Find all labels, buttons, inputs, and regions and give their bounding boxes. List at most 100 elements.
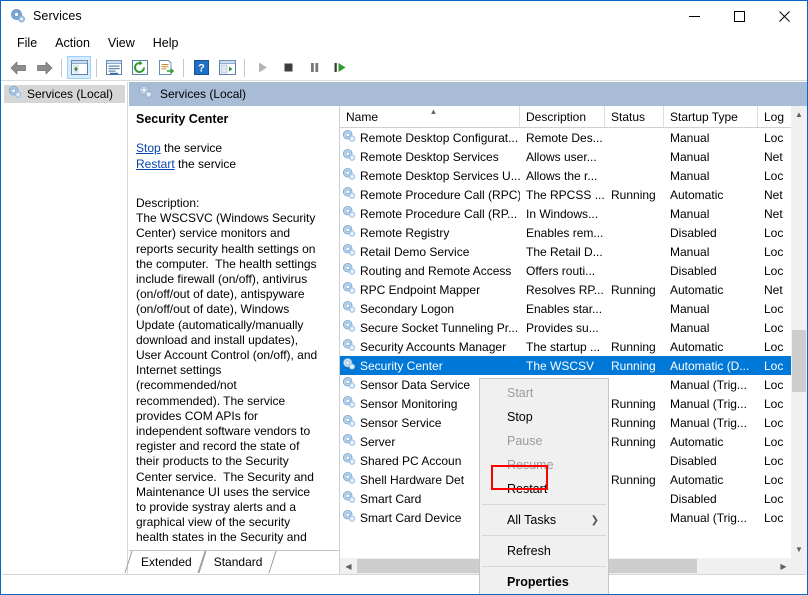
context-menu-item-restart[interactable]: Restart (480, 477, 608, 501)
table-row[interactable]: Retail Demo ServiceThe Retail D...Manual… (340, 242, 792, 261)
cell-name: Remote Procedure Call (RPC) (340, 186, 520, 203)
table-row[interactable]: Security CenterThe WSCSVRunningAutomatic… (340, 356, 792, 375)
table-row[interactable]: Remote Desktop Services U...Allows the r… (340, 166, 792, 185)
column-header-startup-type[interactable]: Startup Type (664, 106, 758, 127)
table-row[interactable]: Remote Desktop Configurat...Remote Des..… (340, 128, 792, 147)
column-header-description[interactable]: Description (520, 106, 605, 127)
cell-startup: Automatic (664, 283, 758, 297)
context-menu-item-properties[interactable]: Properties (480, 570, 608, 594)
table-row[interactable]: RPC Endpoint MapperResolves RP...Running… (340, 280, 792, 299)
stop-square-icon[interactable] (276, 56, 300, 79)
minimize-button[interactable] (672, 1, 717, 31)
cell-startup: Manual (664, 207, 758, 221)
stop-service-link[interactable]: Stop (136, 141, 161, 155)
table-row[interactable]: Remote Procedure Call (RP...In Windows..… (340, 204, 792, 223)
table-row[interactable]: Secondary LogonEnables star...ManualLoc (340, 299, 792, 318)
menu-item-label: Start (507, 386, 533, 400)
cell-startup: Manual (664, 169, 758, 183)
menu-help[interactable]: Help (144, 34, 188, 52)
cell-logon: Loc (758, 321, 792, 335)
services-gear-icon (138, 84, 153, 104)
service-gear-icon (342, 167, 356, 184)
table-row[interactable]: Secure Socket Tunneling Pr...Provides su… (340, 318, 792, 337)
cell-logon: Loc (758, 359, 792, 373)
pause-icon[interactable] (302, 56, 326, 79)
scrollbar-thumb[interactable] (792, 330, 806, 392)
stop-service-suffix: the service (161, 141, 222, 155)
column-header-status[interactable]: Status (605, 106, 664, 127)
help-question-icon[interactable]: ? (189, 56, 213, 79)
scroll-up-icon[interactable]: ▲ (791, 106, 807, 123)
cell-startup: Manual (664, 245, 758, 259)
cell-startup: Manual (664, 150, 758, 164)
toolbar: ? (1, 55, 807, 81)
refresh-icon[interactable] (128, 56, 152, 79)
list-vertical-scrollbar[interactable]: ▲ ▼ (791, 106, 807, 558)
cell-logon: Net (758, 188, 792, 202)
service-name: Remote Registry (360, 226, 449, 240)
details-pane-icon[interactable] (215, 56, 239, 79)
tab-standard-label: Standard (214, 555, 263, 569)
scroll-right-icon[interactable]: ▶ (775, 558, 792, 574)
cell-description: The startup ... (520, 340, 605, 354)
table-row[interactable]: Routing and Remote AccessOffers routi...… (340, 261, 792, 280)
cell-status: Running (605, 435, 664, 449)
cell-startup: Manual (Trig... (664, 378, 758, 392)
restart-service-link-line: Restart the service (136, 156, 322, 172)
toolbar-separator (183, 59, 184, 77)
table-row[interactable]: Remote Procedure Call (RPC)The RPCSS ...… (340, 185, 792, 204)
services-gear-icon (8, 85, 22, 104)
table-row[interactable]: Remote Desktop ServicesAllows user...Man… (340, 147, 792, 166)
cell-logon: Loc (758, 245, 792, 259)
forward-button[interactable] (32, 56, 56, 79)
tab-standard[interactable]: Standard (205, 551, 270, 573)
menu-file[interactable]: File (8, 34, 46, 52)
service-name: Shared PC Accoun (360, 454, 461, 468)
table-row[interactable]: Remote RegistryEnables rem...DisabledLoc (340, 223, 792, 242)
cell-logon: Loc (758, 492, 792, 506)
context-menu-item-stop[interactable]: Stop (480, 405, 608, 429)
column-header-logon-label: Log (764, 110, 784, 124)
scroll-left-icon[interactable]: ◀ (340, 558, 357, 574)
toolbar-separator (96, 59, 97, 77)
console-tree-icon[interactable] (67, 56, 91, 79)
service-name: Remote Desktop Services U... (360, 169, 520, 183)
scroll-down-icon[interactable]: ▼ (791, 541, 807, 558)
service-gear-icon (342, 224, 356, 241)
cell-startup: Disabled (664, 492, 758, 506)
restart-service-link[interactable]: Restart (136, 157, 175, 171)
service-name: RPC Endpoint Mapper (360, 283, 480, 297)
column-header-name[interactable]: Name ▲ (340, 106, 520, 127)
cell-logon: Loc (758, 340, 792, 354)
table-row[interactable]: Security Accounts ManagerThe startup ...… (340, 337, 792, 356)
service-name: Secondary Logon (360, 302, 454, 316)
context-menu-item-refresh[interactable]: Refresh (480, 539, 608, 563)
close-button[interactable] (762, 1, 807, 31)
service-name: Security Center (360, 359, 443, 373)
maximize-button[interactable] (717, 1, 762, 31)
menu-view[interactable]: View (99, 34, 144, 52)
toolbar-separator (244, 59, 245, 77)
export-list-icon[interactable] (154, 56, 178, 79)
cell-logon: Loc (758, 169, 792, 183)
cell-description: Allows user... (520, 150, 605, 164)
cell-startup: Disabled (664, 454, 758, 468)
service-details-panel: Security Center Stop the service Restart… (129, 106, 339, 550)
context-menu-item-all-tasks[interactable]: All Tasks❯ (480, 508, 608, 532)
cell-name: Remote Registry (340, 224, 520, 241)
restart-icon[interactable] (328, 56, 352, 79)
cell-name: Routing and Remote Access (340, 262, 520, 279)
service-name-heading: Security Center (136, 112, 322, 126)
tab-extended[interactable]: Extended (132, 551, 199, 573)
service-gear-icon (342, 300, 356, 317)
menu-item-label: Pause (507, 434, 542, 448)
cell-name: Remote Desktop Configurat... (340, 129, 520, 146)
action-pane-icon[interactable] (102, 56, 126, 79)
play-icon[interactable] (250, 56, 274, 79)
menu-action[interactable]: Action (46, 34, 99, 52)
cell-logon: Loc (758, 473, 792, 487)
back-button[interactable] (6, 56, 30, 79)
sidebar-item-services-local[interactable]: Services (Local) (4, 85, 125, 103)
stop-service-link-line: Stop the service (136, 140, 322, 156)
column-header-log-on-as[interactable]: Log (758, 106, 792, 127)
